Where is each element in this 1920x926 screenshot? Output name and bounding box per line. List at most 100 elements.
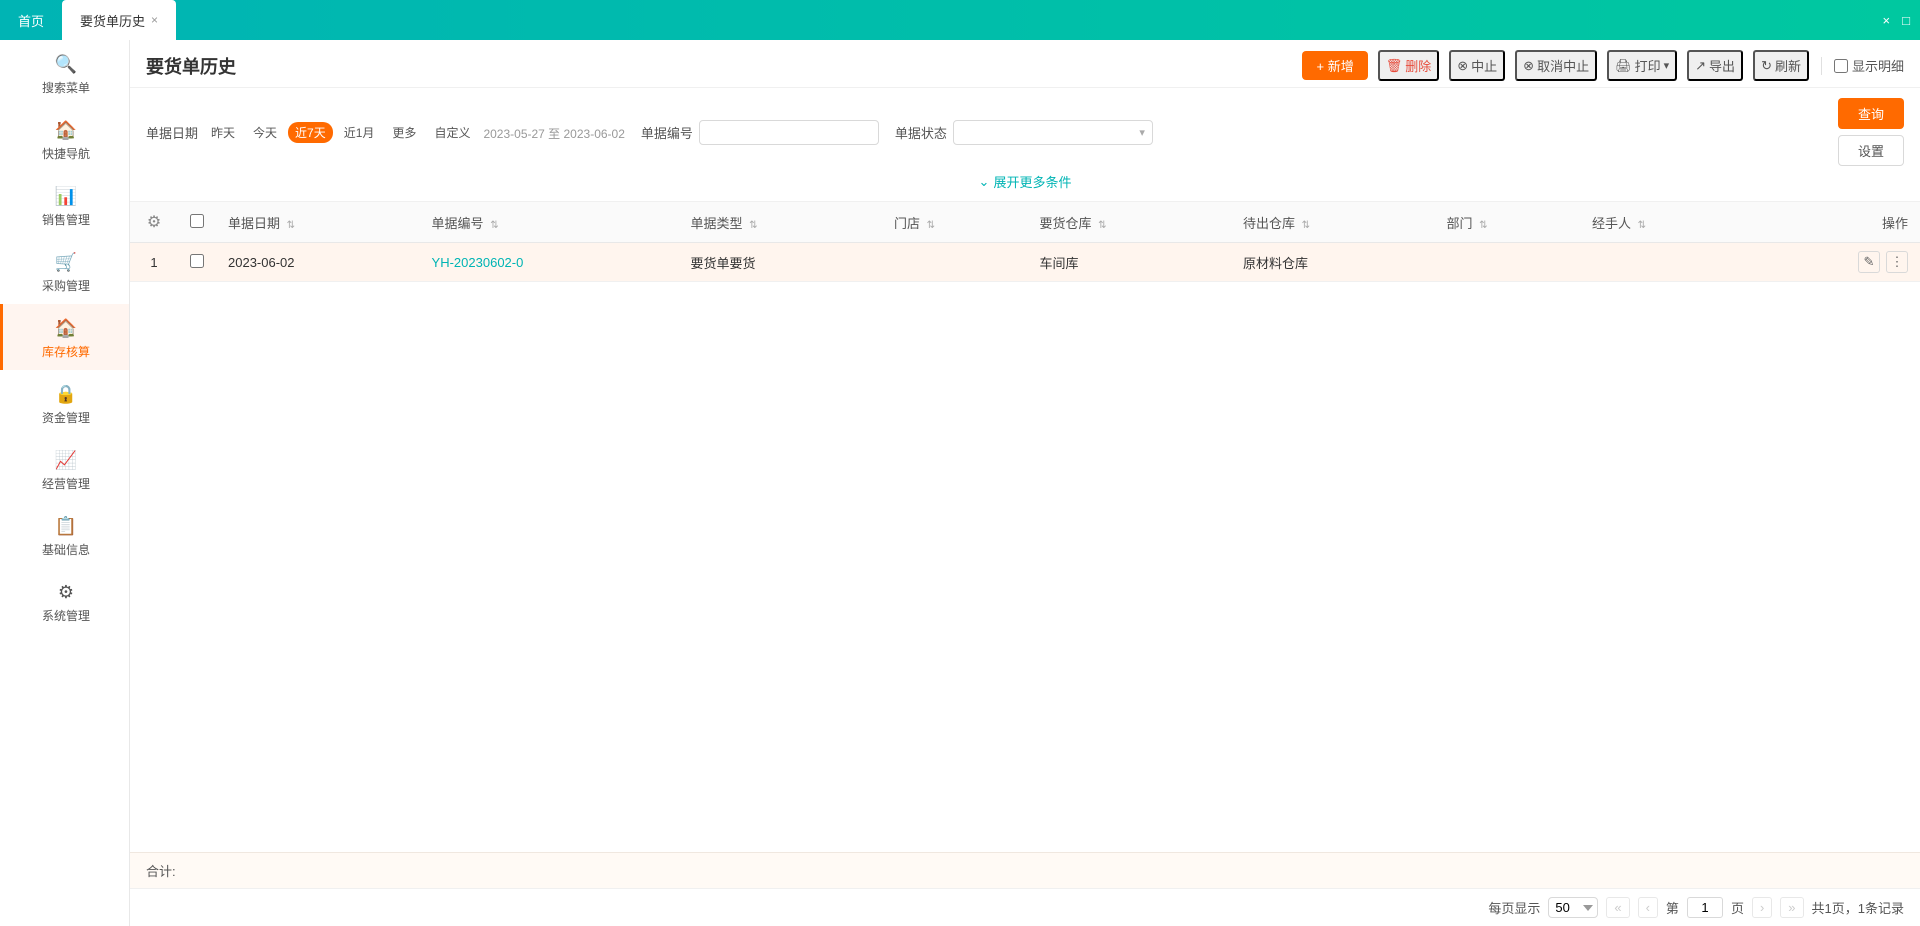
filter-area: 单据日期 昨天 今天 近7天 近1月 更多 自定义 2023-05-27 至 2… bbox=[130, 88, 1920, 202]
page-label: 第 bbox=[1666, 898, 1679, 917]
date-pill-custom[interactable]: 自定义 bbox=[427, 122, 477, 143]
row-pending-warehouse: 原材料仓库 bbox=[1231, 243, 1435, 282]
finance-icon: 🔒 bbox=[55, 384, 77, 405]
sidebar-item-sales-mgmt[interactable]: 📊 销售管理 bbox=[0, 172, 129, 238]
col-bill-type-sort-icon[interactable]: ⇅ bbox=[749, 220, 757, 231]
sidebar-item-sys-mgmt[interactable]: ⚙ 系统管理 bbox=[0, 568, 129, 634]
tab-close-icon[interactable]: × bbox=[151, 13, 158, 27]
sidebar-item-ops-mgmt[interactable]: 📈 经营管理 bbox=[0, 436, 129, 502]
date-pill-last1month[interactable]: 近1月 bbox=[337, 122, 382, 143]
date-pill-yesterday[interactable]: 昨天 bbox=[204, 122, 242, 143]
row-bill-type: 要货单要货 bbox=[678, 243, 882, 282]
row-index: 1 bbox=[130, 243, 178, 282]
pagination-bar: 每页显示 10 20 50 100 « ‹ 第 页 › » 共1页，1条记录 bbox=[130, 888, 1920, 926]
col-store: 门店 ⇅ bbox=[882, 202, 1027, 243]
col-bill-date-sort-icon[interactable]: ⇅ bbox=[287, 220, 295, 231]
col-ops-label: 操作 bbox=[1882, 216, 1908, 231]
window-maximize-btn[interactable]: □ bbox=[1902, 13, 1910, 28]
select-all-checkbox[interactable] bbox=[190, 214, 204, 228]
bill-no-label: 单据编号 bbox=[641, 123, 693, 142]
summary-label: 合计: bbox=[146, 864, 176, 879]
page-number-input[interactable] bbox=[1687, 897, 1723, 918]
sidebar-item-purchase-mgmt[interactable]: 🛒 采购管理 bbox=[0, 238, 129, 304]
quick-nav-icon: 🏠 bbox=[55, 120, 77, 141]
row-dept bbox=[1435, 243, 1580, 282]
sidebar-label-sys-mgmt: 系统管理 bbox=[42, 607, 90, 624]
bill-no-input[interactable] bbox=[699, 120, 879, 145]
sidebar-item-quick-nav[interactable]: 🏠 快捷导航 bbox=[0, 106, 129, 172]
content-area: 要货单历史 + 新增 🗑 删除 ⊗ 中止 ⊗ 取消中止 🖨 bbox=[130, 40, 1920, 926]
export-button[interactable]: ↗ 导出 bbox=[1687, 50, 1743, 81]
page-size-select[interactable]: 10 20 50 100 bbox=[1548, 897, 1598, 918]
refresh-button[interactable]: ↻ 刷新 bbox=[1753, 50, 1809, 81]
row-ops-cell: ✎ ⋮ bbox=[1754, 243, 1920, 282]
sidebar-item-inventory[interactable]: 🏠 库存核算 bbox=[0, 304, 129, 370]
col-settings: ⚙ bbox=[130, 202, 178, 243]
row-check-cell bbox=[178, 243, 216, 282]
col-store-sort-icon[interactable]: ⇅ bbox=[927, 220, 935, 231]
filter-group-billno: 单据编号 bbox=[641, 120, 879, 145]
delete-button[interactable]: 🗑 删除 bbox=[1378, 50, 1440, 81]
col-dept-sort-icon[interactable]: ⇅ bbox=[1479, 220, 1487, 231]
tab-requisition-history[interactable]: 要货单历史 × bbox=[62, 0, 176, 40]
col-req-warehouse-label: 要货仓库 bbox=[1039, 216, 1091, 231]
stop-button-label: 中止 bbox=[1471, 56, 1497, 75]
date-pills: 昨天 今天 近7天 近1月 更多 自定义 bbox=[204, 122, 477, 143]
sidebar-item-search-menu[interactable]: 🔍 搜索菜单 bbox=[0, 40, 129, 106]
row-checkbox[interactable] bbox=[190, 254, 204, 268]
table-footer: 合计: bbox=[130, 852, 1920, 888]
print-chevron-icon: ▾ bbox=[1664, 59, 1670, 72]
query-button[interactable]: 查询 bbox=[1838, 98, 1904, 129]
window-close-btn[interactable]: × bbox=[1883, 13, 1891, 28]
cancel-stop-button[interactable]: ⊗ 取消中止 bbox=[1515, 50, 1597, 81]
delete-button-label: 删除 bbox=[1405, 56, 1431, 75]
col-pending-warehouse-sort-icon[interactable]: ⇅ bbox=[1302, 220, 1310, 231]
filter-setting-button[interactable]: 设置 bbox=[1838, 135, 1904, 166]
row-bill-type-text: 要货单要货 bbox=[690, 256, 755, 271]
new-button-label: + 新增 bbox=[1316, 56, 1353, 75]
col-bill-no: 单据编号 ⇅ bbox=[420, 202, 679, 243]
data-table: ⚙ 单据日期 ⇅ 单据编号 ⇅ bbox=[130, 202, 1920, 282]
row-bill-no-link[interactable]: YH-20230602-0 bbox=[432, 255, 524, 270]
table-area: ⚙ 单据日期 ⇅ 单据编号 ⇅ bbox=[130, 202, 1920, 852]
date-pill-last7days[interactable]: 近7天 bbox=[288, 122, 333, 143]
expand-more-btn[interactable]: ⌄ 展开更多条件 bbox=[146, 172, 1904, 191]
col-handler: 经手人 ⇅ bbox=[1580, 202, 1754, 243]
export-button-label: 导出 bbox=[1709, 56, 1735, 75]
tab-home[interactable]: 首页 bbox=[0, 0, 62, 40]
last-page-button[interactable]: » bbox=[1780, 897, 1803, 918]
stop-button[interactable]: ⊗ 中止 bbox=[1449, 50, 1505, 81]
sys-mgmt-icon: ⚙ bbox=[58, 582, 74, 603]
page-size-label: 每页显示 bbox=[1488, 898, 1540, 917]
next-page-button[interactable]: › bbox=[1752, 897, 1772, 918]
status-input[interactable] bbox=[953, 120, 1153, 145]
row-req-warehouse: 车间库 bbox=[1027, 243, 1231, 282]
sidebar-item-finance[interactable]: 🔒 资金管理 bbox=[0, 370, 129, 436]
date-pill-more[interactable]: 更多 bbox=[385, 122, 423, 143]
sidebar-item-basic-info[interactable]: 📋 基础信息 bbox=[0, 502, 129, 568]
status-chevron-icon: ▾ bbox=[1139, 126, 1145, 139]
inventory-icon: 🏠 bbox=[55, 318, 77, 339]
col-bill-no-sort-icon[interactable]: ⇅ bbox=[490, 220, 498, 231]
col-ops: 操作 bbox=[1754, 202, 1920, 243]
col-req-warehouse-sort-icon[interactable]: ⇅ bbox=[1098, 220, 1106, 231]
print-button[interactable]: 🖨 打印 ▾ bbox=[1607, 50, 1677, 81]
row-edit-icon[interactable]: ✎ bbox=[1858, 251, 1880, 273]
col-dept: 部门 ⇅ bbox=[1435, 202, 1580, 243]
col-pending-warehouse: 待出仓库 ⇅ bbox=[1231, 202, 1435, 243]
toolbar: + 新增 🗑 删除 ⊗ 中止 ⊗ 取消中止 🖨 打印 ▾ bbox=[1302, 50, 1904, 81]
prev-page-button[interactable]: ‹ bbox=[1638, 897, 1658, 918]
edit-icon-symbol: ✎ bbox=[1864, 254, 1875, 270]
sidebar-label-sales-mgmt: 销售管理 bbox=[42, 211, 90, 228]
row-more-icon[interactable]: ⋮ bbox=[1886, 251, 1908, 273]
expand-more-label: 展开更多条件 bbox=[993, 172, 1071, 191]
new-button[interactable]: + 新增 bbox=[1302, 51, 1367, 80]
display-detail-label: 显示明细 bbox=[1834, 56, 1904, 75]
display-detail-checkbox[interactable] bbox=[1834, 59, 1848, 73]
refresh-button-label: 刷新 bbox=[1775, 56, 1801, 75]
top-bar-right-actions: × □ bbox=[1883, 13, 1920, 28]
date-pill-today[interactable]: 今天 bbox=[246, 122, 284, 143]
table-settings-icon[interactable]: ⚙ bbox=[142, 210, 166, 234]
first-page-button[interactable]: « bbox=[1606, 897, 1629, 918]
col-handler-sort-icon[interactable]: ⇅ bbox=[1638, 220, 1646, 231]
